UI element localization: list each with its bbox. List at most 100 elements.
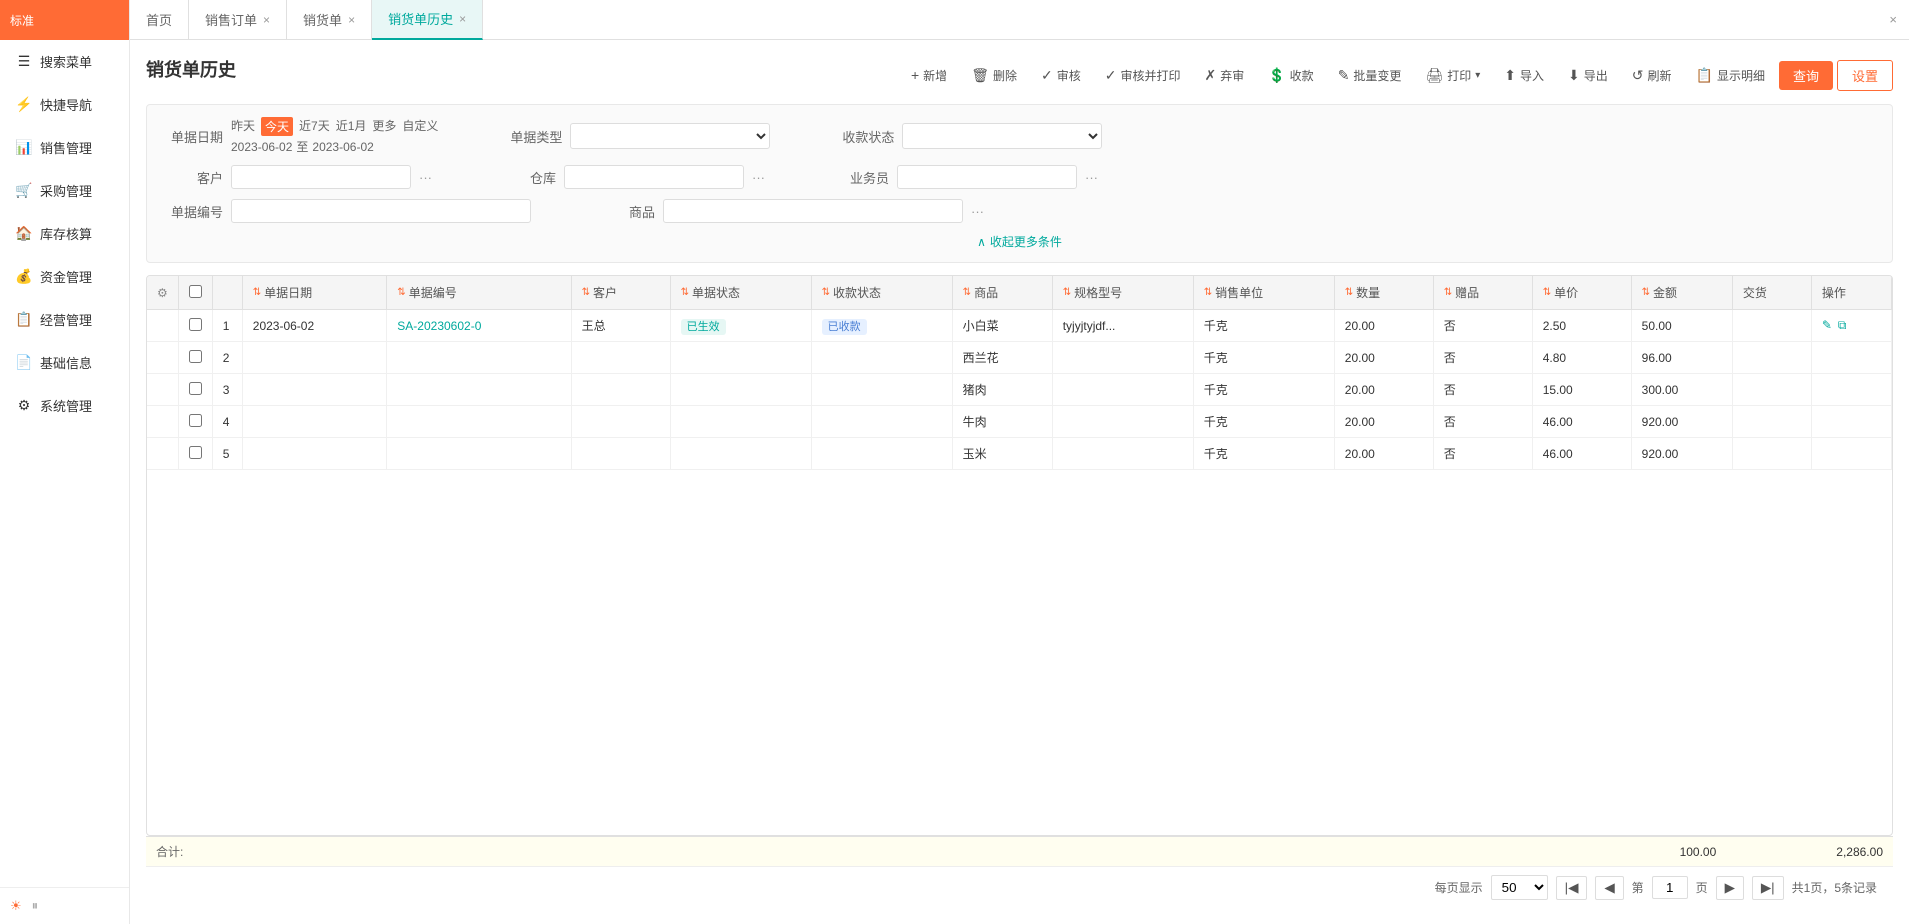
audit-print-button[interactable]: ✓ 审核并打印 bbox=[1095, 63, 1191, 88]
sidebar-bottom-icon1[interactable]: ☀ bbox=[10, 898, 22, 914]
row-checkbox[interactable] bbox=[189, 414, 202, 427]
cell-checkbox[interactable] bbox=[178, 310, 212, 342]
shortcut-1month[interactable]: 近1月 bbox=[336, 117, 367, 136]
sidebar-item-search-menu[interactable]: ☰ 搜索菜单 bbox=[0, 40, 129, 83]
shortcut-7days[interactable]: 近7天 bbox=[299, 117, 330, 136]
th-checkbox[interactable] bbox=[178, 276, 212, 310]
tab-home-label: 首页 bbox=[146, 10, 172, 29]
shortcut-custom[interactable]: 自定义 bbox=[402, 117, 438, 136]
cell-doc-status: 已生效 bbox=[670, 310, 811, 342]
th-doc-date[interactable]: ⇅单据日期 bbox=[242, 276, 387, 310]
collapse-button[interactable]: ∧ 收起更多条件 bbox=[163, 233, 1876, 250]
salesperson-dots[interactable]: ··· bbox=[1085, 170, 1098, 185]
show-detail-button[interactable]: 📋 显示明细 bbox=[1686, 63, 1775, 88]
tab-close-all[interactable]: × bbox=[1877, 12, 1909, 27]
tab-sales-goods-close[interactable]: × bbox=[348, 13, 355, 27]
export-button[interactable]: ⬇ 导出 bbox=[1558, 63, 1618, 88]
doc-type-select[interactable] bbox=[570, 123, 770, 149]
th-collect-status[interactable]: ⇅收款状态 bbox=[811, 276, 952, 310]
cell-customer bbox=[571, 438, 670, 470]
th-unit-price[interactable]: ⇅单价 bbox=[1532, 276, 1631, 310]
th-sales-unit[interactable]: ⇅销售单位 bbox=[1193, 276, 1334, 310]
refresh-button[interactable]: ↺ 刷新 bbox=[1622, 63, 1682, 88]
sidebar-item-ops-mgmt[interactable]: 📋 经营管理 bbox=[0, 298, 129, 341]
collect-button[interactable]: 💲 收款 bbox=[1258, 63, 1323, 88]
tab-home[interactable]: 首页 bbox=[130, 0, 189, 40]
table-header-row: ⚙ ⇅单据日期 ⇅单据编号 ⇅客户 ⇅单据状态 ⇅收款状态 ⇅商品 ⇅规格型号 … bbox=[147, 276, 1892, 310]
th-doc-number[interactable]: ⇅单据编号 bbox=[387, 276, 571, 310]
next-page-button[interactable]: ▶ bbox=[1716, 876, 1744, 900]
collect-status-select[interactable] bbox=[902, 123, 1102, 149]
sidebar-bottom-icon2[interactable]: ⏸ bbox=[32, 898, 39, 914]
last-page-button[interactable]: ▶| bbox=[1752, 876, 1784, 900]
tab-sales-order-close[interactable]: × bbox=[263, 13, 270, 27]
th-spec-model[interactable]: ⇅规格型号 bbox=[1052, 276, 1193, 310]
goods-input[interactable] bbox=[663, 199, 963, 223]
row-checkbox[interactable] bbox=[189, 318, 202, 331]
shortcut-more[interactable]: 更多 bbox=[372, 117, 396, 136]
new-button[interactable]: + 新增 bbox=[901, 63, 957, 88]
edit-link[interactable]: ✎ bbox=[1822, 318, 1832, 333]
batch-change-button[interactable]: ✎ 批量变更 bbox=[1328, 63, 1412, 88]
filter-date-label: 单据日期 bbox=[163, 127, 223, 146]
first-page-button[interactable]: |◀ bbox=[1556, 876, 1588, 900]
row-checkbox[interactable] bbox=[189, 382, 202, 395]
tab-sales-history-label: 销货单历史 bbox=[388, 9, 453, 28]
salesperson-input[interactable] bbox=[897, 165, 1077, 189]
cell-checkbox[interactable] bbox=[178, 374, 212, 406]
cell-transaction bbox=[1732, 406, 1811, 438]
row-checkbox[interactable] bbox=[189, 446, 202, 459]
ops-icon: 📋 bbox=[16, 312, 32, 328]
warehouse-dots[interactable]: ··· bbox=[752, 170, 765, 185]
customer-dots[interactable]: ··· bbox=[419, 170, 432, 185]
cell-gift: 否 bbox=[1433, 438, 1532, 470]
page-size-select[interactable]: 50 10 20 100 bbox=[1491, 875, 1548, 900]
customer-input[interactable] bbox=[231, 165, 411, 189]
th-gift[interactable]: ⇅赠品 bbox=[1433, 276, 1532, 310]
sidebar-item-sales-mgmt[interactable]: 📊 销售管理 bbox=[0, 126, 129, 169]
cell-action bbox=[1811, 438, 1891, 470]
cell-customer: 王总 bbox=[571, 310, 670, 342]
page-number-input[interactable] bbox=[1652, 876, 1688, 899]
abandon-button[interactable]: ✗ 弃审 bbox=[1194, 63, 1254, 88]
delete-button[interactable]: 🗑 删除 bbox=[961, 63, 1027, 88]
sidebar-item-basic-info[interactable]: 📄 基础信息 bbox=[0, 341, 129, 384]
date-to: 2023-06-02 bbox=[312, 140, 373, 154]
cell-checkbox[interactable] bbox=[178, 406, 212, 438]
shortcut-today[interactable]: 今天 bbox=[261, 117, 293, 136]
th-customer[interactable]: ⇅客户 bbox=[571, 276, 670, 310]
tab-sales-order[interactable]: 销售订单 × bbox=[189, 0, 287, 40]
query-button[interactable]: 查询 bbox=[1779, 61, 1833, 90]
tab-sales-history-close[interactable]: × bbox=[459, 12, 466, 26]
sidebar-item-inventory-calc[interactable]: 🏠 库存核算 bbox=[0, 212, 129, 255]
warehouse-input[interactable] bbox=[564, 165, 744, 189]
filter-goods: 商品 ··· bbox=[595, 199, 984, 223]
th-settings[interactable]: ⚙ bbox=[147, 276, 178, 310]
tab-sales-history[interactable]: 销货单历史 × bbox=[372, 0, 483, 40]
sidebar-item-sys-mgmt[interactable]: ⚙ 系统管理 bbox=[0, 384, 129, 427]
goods-dots[interactable]: ··· bbox=[971, 204, 984, 219]
select-all-checkbox[interactable] bbox=[189, 285, 202, 298]
th-amount[interactable]: ⇅金额 bbox=[1631, 276, 1732, 310]
th-quantity[interactable]: ⇅数量 bbox=[1334, 276, 1433, 310]
print-button[interactable]: 🖨 打印 ▾ bbox=[1415, 63, 1490, 88]
sidebar-item-purchase-mgmt[interactable]: 🛒 采购管理 bbox=[0, 169, 129, 212]
cell-checkbox[interactable] bbox=[178, 438, 212, 470]
sidebar-item-quick-nav[interactable]: ⚡ 快捷导航 bbox=[0, 83, 129, 126]
cell-checkbox[interactable] bbox=[178, 342, 212, 374]
th-doc-status[interactable]: ⇅单据状态 bbox=[670, 276, 811, 310]
copy-link[interactable]: ⧉ bbox=[1838, 318, 1847, 333]
audit-button[interactable]: ✓ 审核 bbox=[1031, 63, 1091, 88]
settings-button[interactable]: 设置 bbox=[1837, 60, 1893, 91]
shortcut-yesterday[interactable]: 昨天 bbox=[231, 117, 255, 136]
prev-page-button[interactable]: ◀ bbox=[1595, 876, 1623, 900]
row-checkbox[interactable] bbox=[189, 350, 202, 363]
tab-sales-goods[interactable]: 销货单 × bbox=[287, 0, 372, 40]
cell-spec-model bbox=[1052, 406, 1193, 438]
th-goods[interactable]: ⇅商品 bbox=[952, 276, 1052, 310]
filter-salesperson: 业务员 ··· bbox=[829, 165, 1098, 189]
import-button[interactable]: ⬆ 导入 bbox=[1494, 63, 1554, 88]
sidebar: 标准 ☰ 搜索菜单 ⚡ 快捷导航 📊 销售管理 🛒 采购管理 🏠 库存核算 💰 … bbox=[0, 0, 130, 924]
doc-number-input[interactable] bbox=[231, 199, 531, 223]
sidebar-item-finance-mgmt[interactable]: 💰 资金管理 bbox=[0, 255, 129, 298]
